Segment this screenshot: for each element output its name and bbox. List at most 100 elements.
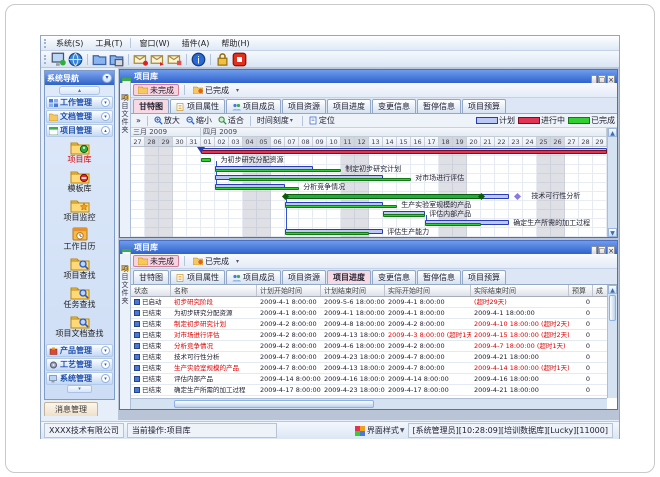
sidebar-more-button[interactable]: ▾ [67, 385, 92, 393]
tab-项目进度[interactable]: 项目进度 [327, 99, 371, 113]
window-titlebar[interactable]: 项目库 _□× [120, 241, 617, 254]
tab-项目成员[interactable]: 项目成员 [226, 99, 281, 113]
info-icon[interactable]: i [191, 52, 206, 66]
table-horizontal-scrollbar[interactable] [131, 398, 607, 409]
filter-button-已完成[interactable]: 已完成 [188, 255, 234, 267]
filter-button-未完成[interactable]: 未完成 [133, 84, 179, 96]
gantt-bar-summary[interactable] [285, 194, 481, 199]
table-vertical-scrollbar[interactable]: ▲ [607, 285, 617, 398]
gantt-bar-complete[interactable] [383, 214, 425, 217]
scroll-up-icon[interactable]: ▲ [608, 285, 617, 294]
table-row[interactable]: 已结束为初步研究分配资源2009-4-1 8:00:002009-4-1 18:… [131, 308, 607, 319]
zoom-out-button[interactable]: 缩小 [183, 115, 215, 127]
chevron-up-icon[interactable]: ▴ [101, 126, 110, 135]
overflow-chevron-icon[interactable]: » [133, 115, 144, 127]
mail-new-icon[interactable] [133, 52, 148, 66]
folder-panel-tab[interactable]: 项目文件夹 [120, 83, 131, 237]
table-row[interactable]: 已结束技术可行性分析2009-4-7 8:00:002009-4-23 18:0… [131, 352, 607, 363]
folder-save-icon[interactable] [109, 52, 124, 66]
column-header-计划结束时间[interactable]: 计划结束时间 [321, 285, 385, 296]
sidebar-item-项目文档查找[interactable]: 项目文档查找 [45, 313, 114, 339]
tab-变更信息[interactable]: 变更信息 [372, 270, 416, 284]
gantt-bar-complete[interactable] [285, 232, 369, 235]
sidebar-group-2[interactable]: 项目管理▴ [46, 124, 113, 137]
sidebar-item-工作日历[interactable]: 工作日历 [45, 226, 114, 252]
lock-icon[interactable] [215, 52, 230, 66]
gantt-bar-complete[interactable] [201, 158, 211, 162]
column-header-实际开始时间[interactable]: 实际开始时间 [385, 285, 471, 296]
fit-button[interactable]: 适合 [215, 115, 247, 127]
mail-receive-icon[interactable] [167, 52, 182, 66]
tab-项目资源[interactable]: 项目资源 [282, 99, 326, 113]
stop-icon[interactable] [232, 52, 247, 66]
menu-item[interactable]: 窗口(W) [133, 37, 175, 50]
monitor-icon[interactable] [51, 52, 66, 66]
filter-button-已完成[interactable]: 已完成 [188, 84, 234, 96]
filter-button-未完成[interactable]: 未完成 [133, 255, 179, 267]
sidebar-item-项目库[interactable]: 项目库 [45, 139, 114, 165]
column-header-实际结束时间[interactable]: 实际结束时间 [471, 285, 569, 296]
mail-send-icon[interactable] [150, 52, 165, 66]
chevron-down-icon[interactable]: ▾ [236, 258, 239, 265]
menu-item[interactable]: 插件(A) [176, 37, 216, 50]
tab-暂停信息[interactable]: 暂停信息 [417, 99, 461, 113]
gantt-bar-inprogress[interactable] [201, 150, 607, 154]
chevron-down-icon[interactable]: ▾ [236, 87, 239, 94]
table-row[interactable]: 已结束对市场进行评估2009-4-2 8:00:002009-4-13 18:0… [131, 330, 607, 341]
tab-项目成员[interactable]: 项目成员 [226, 270, 281, 284]
sidebar-group-3[interactable]: 产品管理▾ [46, 344, 113, 357]
chevron-down-icon[interactable]: ▾ [101, 112, 110, 121]
tab-暂停信息[interactable]: 暂停信息 [417, 270, 461, 284]
tab-项目资源[interactable]: 项目资源 [282, 270, 326, 284]
chevron-down-icon[interactable]: ▾ [101, 374, 110, 383]
menu-item[interactable]: 工具(T) [89, 37, 128, 50]
column-header-计划开始时间[interactable]: 计划开始时间 [257, 285, 321, 296]
table-row[interactable]: 已启动初步研究阶段2009-4-1 8:00:002009-5-6 18:00:… [131, 297, 607, 308]
tab-项目属性[interactable]: 项目属性 [170, 99, 225, 113]
sidebar-group-0[interactable]: 工作管理▾ [46, 96, 113, 109]
timescale-dropdown[interactable]: 时间刻度▾ [254, 115, 299, 127]
zoom-in-button[interactable]: 放大 [151, 115, 183, 127]
gantt-bar-plan[interactable] [481, 194, 509, 199]
chevron-down-icon[interactable]: ▾ [101, 360, 110, 369]
column-header-预算[interactable]: 预算 [569, 285, 593, 296]
toolbar-grip[interactable] [44, 39, 47, 48]
globe-icon[interactable] [68, 52, 83, 66]
window-titlebar[interactable]: 项目库 _□× [120, 70, 617, 83]
scrollbar-thumb[interactable] [174, 400, 374, 408]
folder-open-icon[interactable] [92, 52, 107, 66]
table-row[interactable]: 已结束评估内部产品2009-4-14 8:00:002009-4-16 18:0… [131, 374, 607, 385]
sidebar-group-1[interactable]: 文档管理▾ [46, 110, 113, 123]
tab-message-management[interactable]: 消息管理 [44, 402, 98, 416]
chevron-down-icon[interactable]: ▾ [101, 98, 110, 107]
locate-button[interactable]: 定位 [306, 115, 338, 127]
scroll-down-icon[interactable]: ▼ [608, 228, 617, 237]
sidebar-item-项目监控[interactable]: 项目监控 [45, 197, 114, 223]
folder-panel-tab[interactable]: 项目文件夹 [120, 254, 131, 409]
sidebar-item-任务查找[interactable]: 任务查找 [45, 284, 114, 310]
table-row[interactable]: 已结束确定生产所需的加工过程2009-4-17 8:00:002009-4-23… [131, 385, 607, 396]
menu-item[interactable]: 系统(S) [50, 37, 89, 50]
gantt-bar-complete[interactable] [215, 187, 299, 190]
tab-甘特图[interactable]: 甘特图 [133, 270, 169, 284]
sidebar-collapse-button[interactable]: ▴ [59, 86, 100, 95]
gantt-bar-complete[interactable] [285, 205, 397, 208]
sidebar-group-4[interactable]: 工艺管理▾ [46, 358, 113, 371]
tab-项目预算[interactable]: 项目预算 [462, 99, 506, 113]
table-row[interactable]: 已结束制定初步研究计划2009-4-2 8:00:002009-4-8 18:0… [131, 319, 607, 330]
column-header-成[interactable]: 成 [593, 285, 607, 296]
column-header-状态[interactable]: 状态 [131, 285, 171, 296]
menu-item[interactable]: 帮助(H) [215, 37, 255, 50]
table-row[interactable]: 已结束分析竞争情况2009-4-2 8:00:002009-4-6 18:00:… [131, 341, 607, 352]
tab-项目属性[interactable]: 项目属性 [170, 270, 225, 284]
column-header-名称[interactable]: 名称 [171, 285, 257, 296]
tab-项目预算[interactable]: 项目预算 [462, 270, 506, 284]
gantt-bar-complete[interactable] [425, 223, 481, 226]
sidebar-item-模板库[interactable]: 模板库 [45, 168, 114, 194]
gantt-bar-complete[interactable] [215, 169, 341, 172]
interface-style-label[interactable]: 界面样式 [367, 425, 399, 436]
gantt-bar-complete[interactable] [229, 178, 411, 181]
scrollbar-thumb[interactable] [609, 295, 616, 321]
sidebar-item-项目查找[interactable]: 项目查找 [45, 255, 114, 281]
table-row[interactable]: 已结束生产实验室规模的产品2009-4-7 8:00:002009-4-13 1… [131, 363, 607, 374]
